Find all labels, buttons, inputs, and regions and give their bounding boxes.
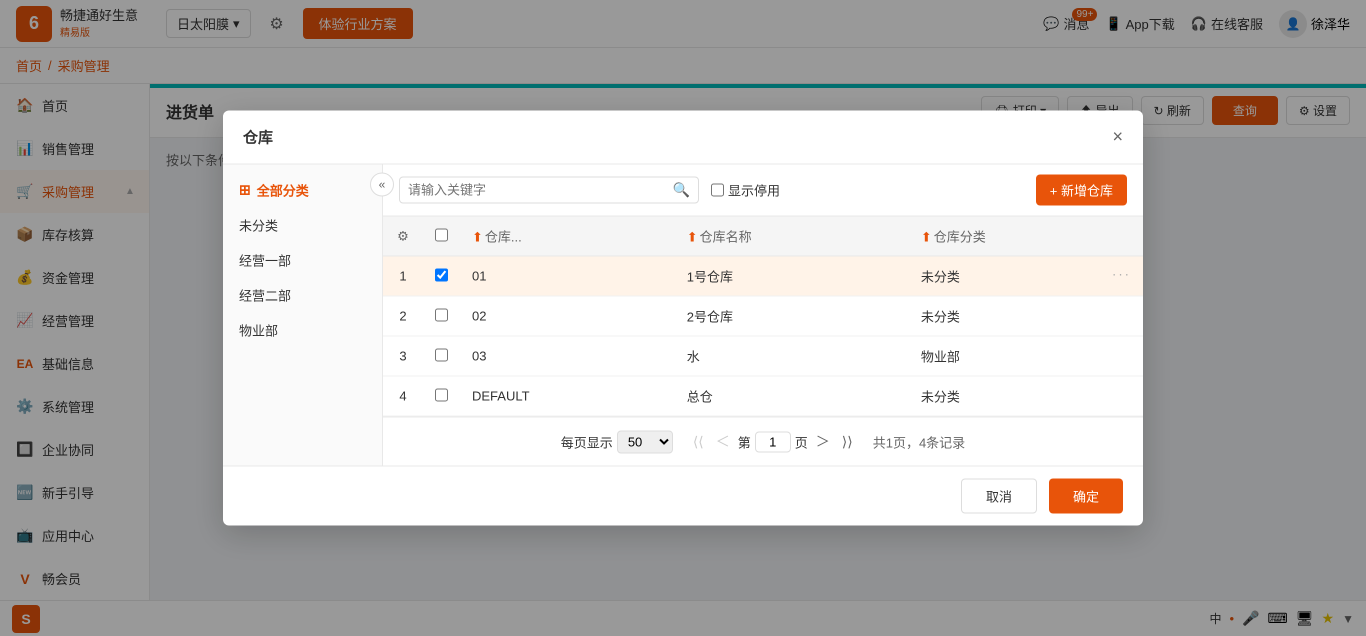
modal-close-button[interactable]: × (1112, 127, 1123, 148)
th-checkbox (423, 217, 460, 257)
show-disabled-text: 显示停用 (728, 181, 780, 200)
per-page-select[interactable]: 50 20 100 (617, 430, 673, 453)
show-disabled-checkbox[interactable] (711, 184, 724, 197)
row-checkbox-cell (423, 336, 460, 376)
row-code: DEFAULT (460, 376, 675, 416)
show-disabled-label[interactable]: 显示停用 (711, 181, 780, 200)
th-settings: ⚙ (383, 217, 423, 257)
warehouse-modal: 仓库 × « ⊞ 全部分类 未分类 经营一部 经营二部 物业部 (223, 111, 1143, 526)
modal-toolbar: 🔍 显示停用 + 新增仓库 (383, 165, 1143, 217)
page-number-input[interactable] (755, 431, 791, 452)
grid-icon: ⊞ (239, 182, 251, 199)
modal-footer: 取消 确定 (223, 466, 1143, 526)
row-no: 1 (383, 256, 423, 296)
sidebar-collapse-button[interactable]: « (370, 173, 394, 197)
first-page-button[interactable]: ⟨⟨ (689, 431, 708, 452)
row-category: 未分类··· (909, 256, 1143, 296)
row-checkbox-cell (423, 376, 460, 416)
category-label-unclassified: 未分类 (239, 216, 278, 235)
row-checkbox-cell (423, 296, 460, 336)
page-size-selector: 每页显示 50 20 100 (561, 430, 673, 453)
per-page-label: 每页显示 (561, 432, 613, 451)
row-no: 3 (383, 336, 423, 376)
modal-category-sidebar: « ⊞ 全部分类 未分类 经营一部 经营二部 物业部 (223, 165, 383, 466)
category-item-operations2[interactable]: 经营二部 (223, 278, 382, 313)
row-checkbox[interactable] (435, 348, 448, 361)
row-category: 未分类 (909, 376, 1143, 416)
total-records: 共1页，4条记录 (873, 432, 965, 451)
select-all-checkbox[interactable] (435, 228, 448, 241)
page-label: 第 (738, 432, 751, 451)
table-row[interactable]: 1 01 1号仓库 未分类··· (383, 256, 1143, 296)
category-label-property: 物业部 (239, 321, 278, 340)
search-icon[interactable]: 🔍 (673, 182, 690, 199)
sort-icon-code: ⬆ (472, 230, 483, 245)
row-code: 01 (460, 256, 675, 296)
row-name: 1号仓库 (675, 256, 909, 296)
row-name: 水 (675, 336, 909, 376)
more-icon[interactable]: ··· (1112, 267, 1131, 282)
sort-icon-cat: ⬆ (921, 230, 932, 245)
modal-body: « ⊞ 全部分类 未分类 经营一部 经营二部 物业部 🔍 (223, 165, 1143, 466)
category-item-operations1[interactable]: 经营一部 (223, 243, 382, 278)
search-box: 🔍 (399, 177, 699, 204)
cancel-button[interactable]: 取消 (961, 479, 1037, 514)
row-code: 02 (460, 296, 675, 336)
search-input[interactable] (408, 183, 673, 198)
th-category: ⬆仓库分类 (909, 217, 1143, 257)
table-row[interactable]: 4 DEFAULT 总仓 未分类 (383, 376, 1143, 416)
sort-icon-name: ⬆ (687, 230, 698, 245)
page-nav: ⟨⟨ ＜ 第 页 ＞ ⟩⟩ (689, 430, 857, 454)
page-unit: 页 (795, 432, 808, 451)
row-code: 03 (460, 336, 675, 376)
row-no: 2 (383, 296, 423, 336)
row-checkbox-cell (423, 256, 460, 296)
warehouse-table: ⚙ ⬆仓库... ⬆仓库名称 ⬆仓库分类 1 01 1号仓库 未分类··· 2 (383, 217, 1143, 417)
warehouse-table-wrapper: ⚙ ⬆仓库... ⬆仓库名称 ⬆仓库分类 1 01 1号仓库 未分类··· 2 (383, 217, 1143, 417)
table-row[interactable]: 2 02 2号仓库 未分类 (383, 296, 1143, 336)
row-category: 未分类 (909, 296, 1143, 336)
category-item-unclassified[interactable]: 未分类 (223, 208, 382, 243)
confirm-button[interactable]: 确定 (1049, 479, 1123, 514)
category-item-property[interactable]: 物业部 (223, 313, 382, 348)
category-label-operations1: 经营一部 (239, 251, 291, 270)
next-page-button[interactable]: ＞ (812, 430, 834, 454)
row-checkbox[interactable] (435, 308, 448, 321)
row-checkbox[interactable] (435, 388, 448, 401)
th-code: ⬆仓库... (460, 217, 675, 257)
row-checkbox[interactable] (435, 268, 448, 281)
row-name: 总仓 (675, 376, 909, 416)
modal-main-content: 🔍 显示停用 + 新增仓库 ⚙ ⬆仓库... ⬆仓库名称 (383, 165, 1143, 466)
modal-header: 仓库 × (223, 111, 1143, 165)
last-page-button[interactable]: ⟩⟩ (838, 431, 857, 452)
table-row[interactable]: 3 03 水 物业部 (383, 336, 1143, 376)
th-name: ⬆仓库名称 (675, 217, 909, 257)
category-label-all: 全部分类 (257, 181, 309, 200)
pagination: 每页显示 50 20 100 ⟨⟨ ＜ 第 页 ＞ ⟩⟩ 共1页，4条记 (383, 417, 1143, 466)
row-category: 物业部 (909, 336, 1143, 376)
row-name: 2号仓库 (675, 296, 909, 336)
row-no: 4 (383, 376, 423, 416)
prev-page-button[interactable]: ＜ (712, 430, 734, 454)
modal-title: 仓库 (243, 127, 273, 148)
category-item-all[interactable]: ⊞ 全部分类 (223, 173, 382, 208)
add-warehouse-button[interactable]: + 新增仓库 (1036, 175, 1127, 206)
category-label-operations2: 经营二部 (239, 286, 291, 305)
